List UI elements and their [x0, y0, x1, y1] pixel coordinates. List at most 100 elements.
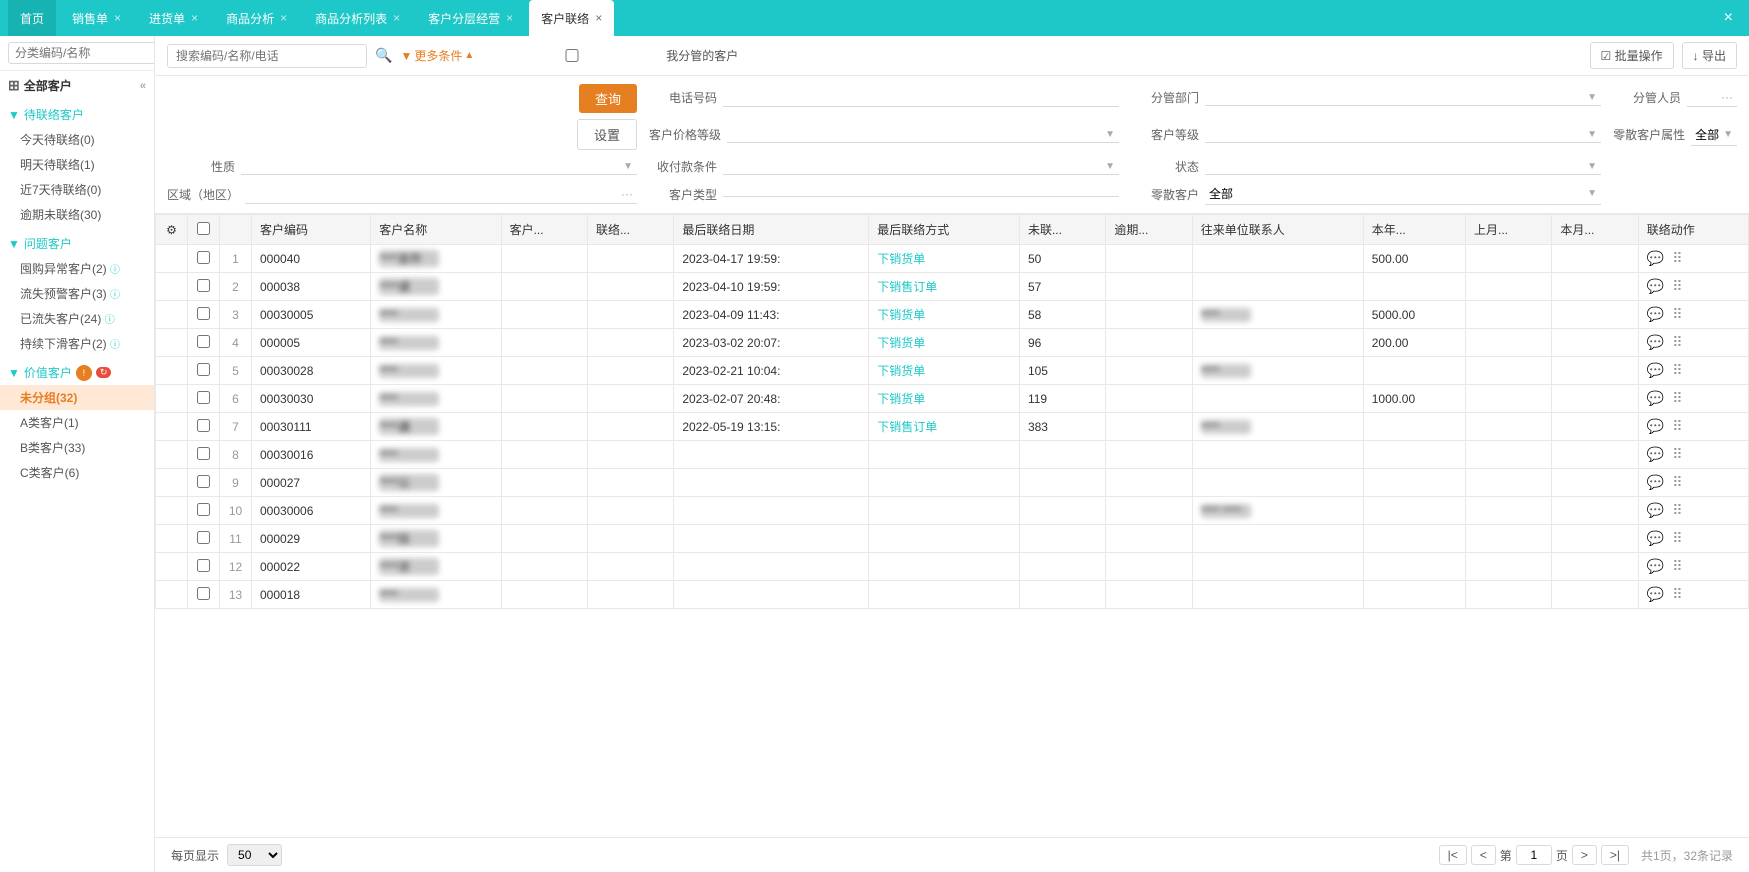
more-conditions-button[interactable]: ▼ 更多条件 ▲ — [400, 47, 474, 64]
row-checkbox[interactable] — [197, 587, 210, 600]
customer-type-select[interactable] — [723, 192, 1119, 197]
value-customers-section-title[interactable]: ▼ 价值客户 ! ↻ — [0, 360, 154, 385]
message-action-icon[interactable]: 💬 — [1647, 390, 1664, 407]
sidebar-item-class-a[interactable]: A类客户(1) — [0, 410, 154, 435]
tab-sales[interactable]: 销售单 × — [60, 0, 133, 36]
message-action-icon[interactable]: 💬 — [1647, 278, 1664, 295]
export-button[interactable]: ↓ 导出 — [1682, 42, 1737, 69]
sidebar-item-hoarding-abnormal[interactable]: 囤购异常客户(2) ⓘ — [0, 256, 154, 281]
row-checkbox[interactable] — [197, 419, 210, 432]
last-contact-method-col-header[interactable]: 最后联络方式 — [869, 215, 1020, 245]
contact-method-link[interactable]: 下销售订单 — [877, 280, 937, 294]
prev-page-button[interactable]: < — [1471, 845, 1496, 865]
message-action-icon[interactable]: 💬 — [1647, 474, 1664, 491]
phone-input[interactable] — [723, 88, 1119, 107]
contact-method-link[interactable]: 下销货单 — [877, 252, 925, 266]
sidebar-item-class-c[interactable]: C类客户(6) — [0, 460, 154, 485]
this-month-col-header[interactable]: 本月... — [1552, 215, 1638, 245]
this-year-col-header[interactable]: 本年... — [1363, 215, 1465, 245]
message-action-icon[interactable]: 💬 — [1647, 334, 1664, 351]
sidebar-item-today-pending[interactable]: 今天待联络(0) — [0, 127, 154, 152]
row-checkbox[interactable] — [197, 391, 210, 404]
pending-contact-section-title[interactable]: ▼ 待联络客户 — [0, 102, 154, 127]
problem-customers-section-title[interactable]: ▼ 问题客户 — [0, 231, 154, 256]
row-checkbox[interactable] — [197, 475, 210, 488]
per-page-select[interactable]: 50 100 200 — [227, 844, 282, 866]
settings-col-header[interactable]: ⚙ — [156, 215, 188, 245]
message-action-icon[interactable]: 💬 — [1647, 362, 1664, 379]
message-action-icon[interactable]: 💬 — [1647, 558, 1664, 575]
checkbox-cell[interactable] — [188, 525, 220, 553]
sidebar-item-declining[interactable]: 持续下滑客户(2) ⓘ — [0, 331, 154, 356]
my-customers-filter[interactable]: 我分管的客户 — [482, 47, 738, 64]
row-checkbox[interactable] — [197, 559, 210, 572]
payment-select[interactable]: ▼ — [723, 159, 1119, 175]
more-action-icon[interactable]: ⠿ — [1672, 502, 1682, 519]
sidebar-item-overdue-pending[interactable]: 逾期未联络(30) — [0, 202, 154, 227]
more-action-icon[interactable]: ⠿ — [1672, 418, 1682, 435]
message-action-icon[interactable]: 💬 — [1647, 250, 1664, 267]
row-checkbox[interactable] — [197, 279, 210, 292]
more-action-icon[interactable]: ⠿ — [1672, 530, 1682, 547]
retail-attr-select[interactable]: 全部 ▼ — [1691, 124, 1737, 146]
more-action-icon[interactable]: ⠿ — [1672, 250, 1682, 267]
message-action-icon[interactable]: 💬 — [1647, 502, 1664, 519]
checkbox-col-header[interactable] — [188, 215, 220, 245]
overdue-col-header[interactable]: 逾期... — [1106, 215, 1192, 245]
customer-type-col-header[interactable]: 客户... — [501, 215, 587, 245]
more-action-icon[interactable]: ⠿ — [1672, 278, 1682, 295]
message-action-icon[interactable]: 💬 — [1647, 418, 1664, 435]
more-action-icon[interactable]: ⠿ — [1672, 390, 1682, 407]
sidebar-search-input[interactable] — [8, 42, 155, 64]
contact-col-header[interactable]: 联络... — [587, 215, 673, 245]
tab-product-list[interactable]: 商品分析列表 × — [303, 0, 412, 36]
sales-tab-close[interactable]: × — [114, 11, 121, 25]
customer-level-select[interactable]: ▼ — [1205, 127, 1601, 143]
checkbox-cell[interactable] — [188, 441, 220, 469]
tab-purchase[interactable]: 进货单 × — [137, 0, 210, 36]
price-level-select[interactable]: ▼ — [727, 127, 1119, 143]
row-checkbox[interactable] — [197, 447, 210, 460]
tab-customer-segment[interactable]: 客户分层经营 × — [416, 0, 525, 36]
retail-customer-select[interactable]: 全部 ▼ — [1205, 183, 1601, 205]
reset-button[interactable]: 设置 — [577, 119, 637, 150]
checkbox-cell[interactable] — [188, 581, 220, 609]
checkbox-cell[interactable] — [188, 469, 220, 497]
checkbox-cell[interactable] — [188, 497, 220, 525]
checkbox-cell[interactable] — [188, 413, 220, 441]
message-action-icon[interactable]: 💬 — [1647, 530, 1664, 547]
tab-product-analysis[interactable]: 商品分析 × — [214, 0, 299, 36]
message-action-icon[interactable]: 💬 — [1647, 446, 1664, 463]
select-all-checkbox[interactable] — [197, 222, 210, 235]
more-action-icon[interactable]: ⠿ — [1672, 362, 1682, 379]
checkbox-cell[interactable] — [188, 245, 220, 273]
row-checkbox[interactable] — [197, 363, 210, 376]
more-action-icon[interactable]: ⠿ — [1672, 586, 1682, 603]
row-checkbox[interactable] — [197, 307, 210, 320]
code-col-header[interactable]: 客户编码 — [252, 215, 371, 245]
nature-select[interactable]: ▼ — [241, 159, 637, 175]
row-checkbox[interactable] — [197, 531, 210, 544]
area-select[interactable]: ··· — [245, 185, 637, 204]
phone-input-field[interactable] — [727, 90, 1115, 104]
sidebar-item-churn-warning[interactable]: 流失预警客户(3) ⓘ — [0, 281, 154, 306]
refresh-badge[interactable]: ↻ — [96, 367, 112, 378]
query-button[interactable]: 查询 — [579, 84, 637, 113]
sidebar-item-ungrouped[interactable]: 未分组(32) — [0, 385, 154, 410]
dept-select[interactable]: ▼ — [1205, 90, 1601, 106]
contact-method-link[interactable]: 下销货单 — [877, 364, 925, 378]
contact-method-link[interactable]: 下销货单 — [877, 308, 925, 322]
last-month-col-header[interactable]: 上月... — [1466, 215, 1552, 245]
contact-method-link[interactable]: 下销货单 — [877, 392, 925, 406]
no-contact-col-header[interactable]: 未联... — [1019, 215, 1105, 245]
name-col-header[interactable]: 客户名称 — [371, 215, 501, 245]
contact-method-link[interactable]: 下销售订单 — [877, 420, 937, 434]
checkbox-cell[interactable] — [188, 273, 220, 301]
customer-contact-tab-close[interactable]: × — [595, 11, 602, 25]
batch-ops-button[interactable]: ☑ 批量操作 — [1590, 42, 1674, 69]
contact-method-link[interactable]: 下销货单 — [877, 336, 925, 350]
more-action-icon[interactable]: ⠿ — [1672, 558, 1682, 575]
more-action-icon[interactable]: ⠿ — [1672, 334, 1682, 351]
status-select[interactable]: ▼ — [1205, 159, 1601, 175]
sidebar-item-churned[interactable]: 已流失客户(24) ⓘ — [0, 306, 154, 331]
